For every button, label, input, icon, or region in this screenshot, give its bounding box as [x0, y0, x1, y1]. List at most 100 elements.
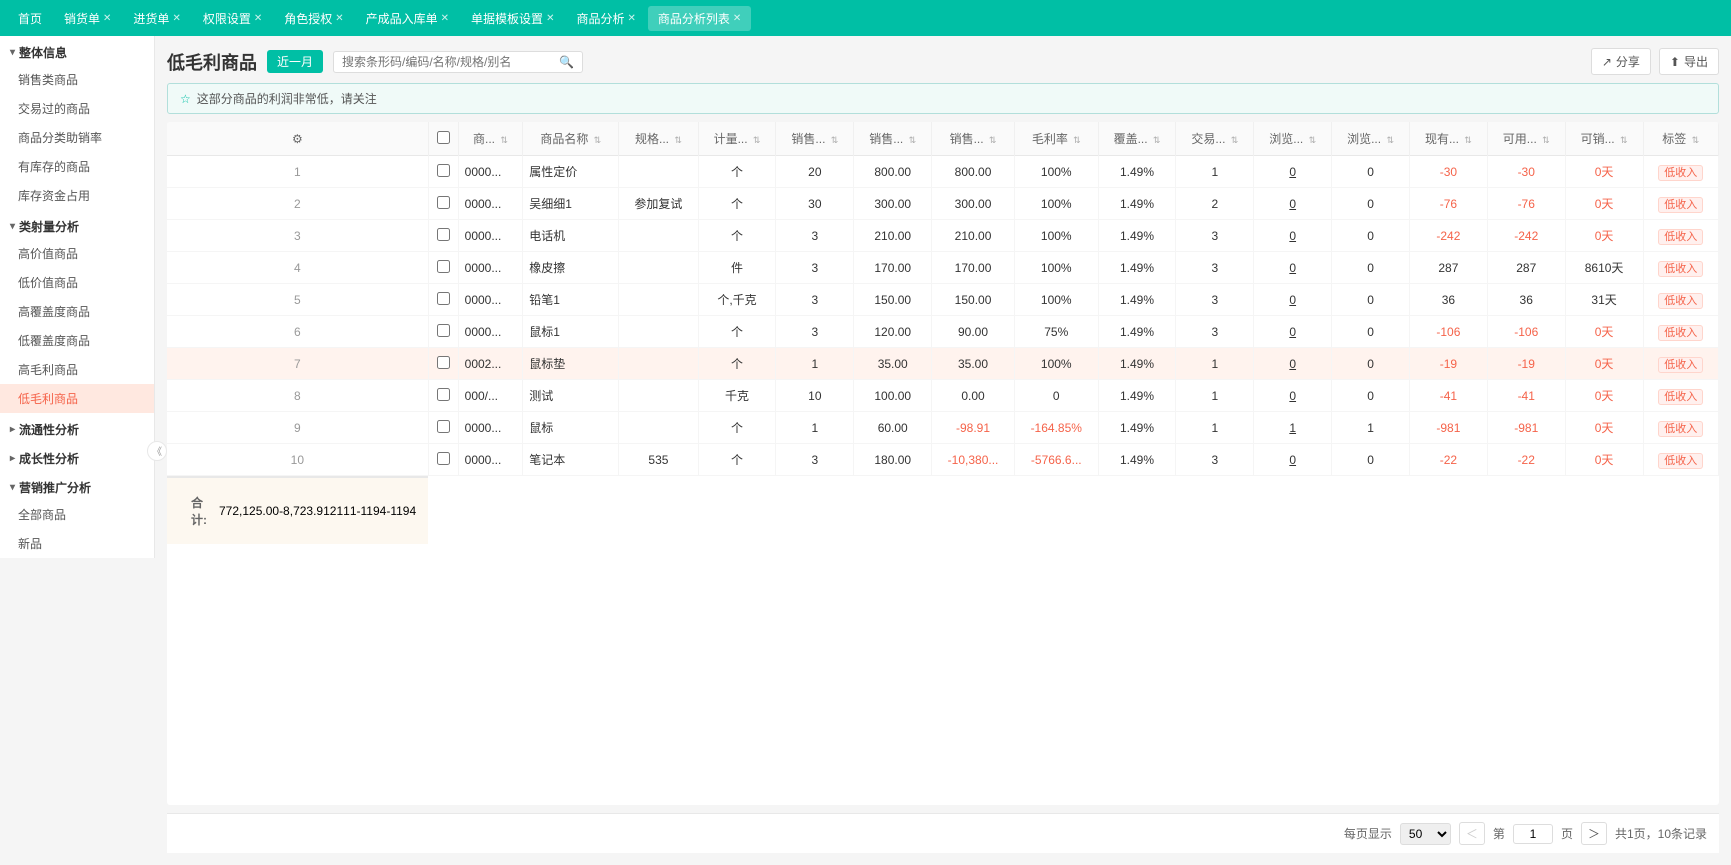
nav-close-sales[interactable]: ✕ [103, 13, 111, 24]
row-browse1-6[interactable]: 0 [1254, 348, 1332, 380]
nav-home[interactable]: 首页 [8, 6, 52, 31]
nav-product-warehouse[interactable]: 产成品入库单 ✕ [356, 6, 459, 31]
row-browse1-8[interactable]: 1 [1254, 412, 1332, 444]
sidebar-item-high-value[interactable]: 高价值商品 [0, 239, 154, 268]
col-settings[interactable]: ⚙ [167, 122, 428, 156]
col-code[interactable]: 商... ⇅ [458, 122, 523, 156]
sidebar-item-low-coverage[interactable]: 低覆盖度商品 [0, 326, 154, 355]
next-page-btn[interactable]: ＞ [1581, 822, 1607, 845]
row-browse1-3[interactable]: 0 [1254, 252, 1332, 284]
page-input[interactable] [1513, 824, 1553, 844]
sidebar-collapse-btn[interactable]: 《 [147, 441, 167, 461]
row-checkbox-5[interactable] [428, 316, 458, 348]
nav-close-template[interactable]: ✕ [546, 13, 554, 24]
nav-product-analysis[interactable]: 商品分析 ✕ [566, 6, 645, 31]
col-current[interactable]: 现有... ⇅ [1409, 122, 1487, 156]
row-browse1-1[interactable]: 0 [1254, 188, 1332, 220]
row-checkbox-8[interactable] [428, 412, 458, 444]
row-name-6[interactable]: 鼠标垫 [523, 348, 619, 380]
col-sale-amount[interactable]: 销售... ⇅ [932, 122, 1015, 156]
nav-template[interactable]: 单据模板设置 ✕ [461, 6, 564, 31]
row-browse1-2[interactable]: 0 [1254, 220, 1332, 252]
col-available[interactable]: 可用... ⇅ [1487, 122, 1565, 156]
sidebar-item-traded-goods[interactable]: 交易过的商品 [0, 94, 154, 123]
row-check-7[interactable] [437, 388, 450, 401]
sidebar-group-overall[interactable]: ▾ 整体信息 [0, 36, 154, 65]
row-browse1-0[interactable]: 0 [1254, 156, 1332, 188]
select-all-checkbox[interactable] [437, 131, 450, 144]
row-browse1-7[interactable]: 0 [1254, 380, 1332, 412]
nav-close-purchase[interactable]: ✕ [172, 13, 180, 24]
row-name-4[interactable]: 铅笔1 [523, 284, 619, 316]
row-name-7[interactable]: 测试 [523, 380, 619, 412]
row-check-0[interactable] [437, 164, 450, 177]
row-check-9[interactable] [437, 452, 450, 465]
col-unit[interactable]: 计量... ⇅ [698, 122, 776, 156]
row-checkbox-7[interactable] [428, 380, 458, 412]
nav-close-roles[interactable]: ✕ [335, 13, 343, 24]
row-name-3[interactable]: 橡皮擦 [523, 252, 619, 284]
row-name-0[interactable]: 属性定价 [523, 156, 619, 188]
sidebar-item-low-margin[interactable]: 低毛利商品 [0, 384, 154, 413]
row-browse1-9[interactable]: 0 [1254, 444, 1332, 476]
search-icon[interactable]: 🔍 [559, 55, 574, 69]
date-filter-btn[interactable]: 近一月 [267, 50, 323, 73]
sidebar-item-new-goods[interactable]: 新品 [0, 529, 154, 558]
row-check-1[interactable] [437, 196, 450, 209]
col-checkbox[interactable] [428, 122, 458, 156]
row-check-3[interactable] [437, 260, 450, 273]
row-check-8[interactable] [437, 420, 450, 433]
nav-roles[interactable]: 角色授权 ✕ [274, 6, 353, 31]
col-saleable[interactable]: 可销... ⇅ [1565, 122, 1643, 156]
row-checkbox-0[interactable] [428, 156, 458, 188]
col-browse1[interactable]: 浏览... ⇅ [1254, 122, 1332, 156]
col-sale-qty[interactable]: 销售... ⇅ [776, 122, 854, 156]
sidebar-item-all-goods[interactable]: 全部商品 [0, 500, 154, 529]
row-browse1-4[interactable]: 0 [1254, 284, 1332, 316]
row-name-5[interactable]: 鼠标1 [523, 316, 619, 348]
sidebar-group-growth[interactable]: ▸ 成长性分析 [0, 442, 154, 471]
col-gross-margin[interactable]: 毛利率 ⇅ [1014, 122, 1098, 156]
nav-close-product-warehouse[interactable]: ✕ [441, 13, 449, 24]
row-check-2[interactable] [437, 228, 450, 241]
row-name-2[interactable]: 电话机 [523, 220, 619, 252]
sidebar-item-category-sales-rate[interactable]: 商品分类助销率 [0, 123, 154, 152]
col-name[interactable]: 商品名称 ⇅ [523, 122, 619, 156]
nav-close-permissions[interactable]: ✕ [254, 13, 262, 24]
share-btn[interactable]: ↗ 分享 [1591, 48, 1651, 75]
prev-page-btn[interactable]: ＜ [1459, 822, 1485, 845]
row-name-1[interactable]: 吴细细1 [523, 188, 619, 220]
row-checkbox-9[interactable] [428, 444, 458, 476]
sidebar-item-low-value[interactable]: 低价值商品 [0, 268, 154, 297]
sidebar-group-analysis[interactable]: ▾ 类射量分析 [0, 210, 154, 239]
row-name-8[interactable]: 鼠标 [523, 412, 619, 444]
nav-product-analysis-list[interactable]: 商品分析列表 ✕ [648, 6, 751, 31]
col-sale-price[interactable]: 销售... ⇅ [854, 122, 932, 156]
col-coverage[interactable]: 覆盖... ⇅ [1098, 122, 1176, 156]
col-spec[interactable]: 规格... ⇅ [619, 122, 698, 156]
export-btn[interactable]: ⬆ 导出 [1659, 48, 1719, 75]
col-tag[interactable]: 标签 ⇅ [1643, 122, 1719, 156]
per-page-select[interactable]: 50 100 200 [1400, 823, 1451, 845]
row-name-9[interactable]: 笔记本 [523, 444, 619, 476]
search-input[interactable] [342, 55, 559, 69]
nav-sales[interactable]: 销货单 ✕ [54, 6, 121, 31]
sidebar-group-marketing[interactable]: ▾ 营销推广分析 [0, 471, 154, 500]
nav-permissions[interactable]: 权限设置 ✕ [193, 6, 272, 31]
row-checkbox-1[interactable] [428, 188, 458, 220]
sidebar-item-sales-goods[interactable]: 销售类商品 [0, 65, 154, 94]
sidebar-item-high-coverage[interactable]: 高覆盖度商品 [0, 297, 154, 326]
sidebar-group-circulation[interactable]: ▸ 流通性分析 [0, 413, 154, 442]
row-check-4[interactable] [437, 292, 450, 305]
row-checkbox-6[interactable] [428, 348, 458, 380]
sidebar-item-in-stock[interactable]: 有库存的商品 [0, 152, 154, 181]
row-checkbox-4[interactable] [428, 284, 458, 316]
row-check-5[interactable] [437, 324, 450, 337]
nav-close-product-analysis[interactable]: ✕ [627, 13, 635, 24]
nav-close-product-analysis-list[interactable]: ✕ [733, 13, 741, 24]
sidebar-item-high-margin[interactable]: 高毛利商品 [0, 355, 154, 384]
row-checkbox-3[interactable] [428, 252, 458, 284]
row-checkbox-2[interactable] [428, 220, 458, 252]
col-trade[interactable]: 交易... ⇅ [1176, 122, 1254, 156]
sidebar-item-stock-capital[interactable]: 库存资金占用 [0, 181, 154, 210]
